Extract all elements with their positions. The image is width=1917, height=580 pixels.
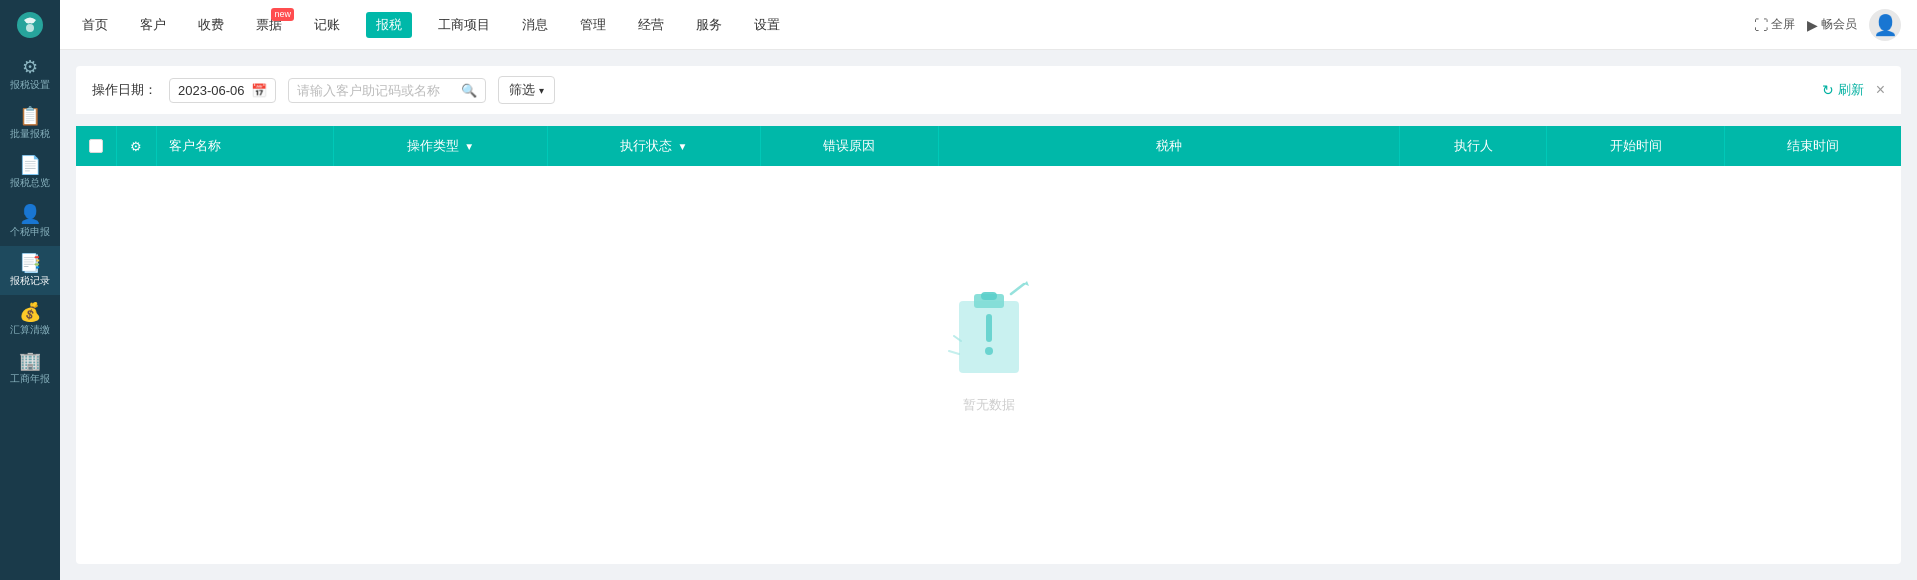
th-zhixingren: 执行人 xyxy=(1399,126,1547,166)
nav-gongshangxiangmu[interactable]: 工商项目 xyxy=(432,12,496,38)
nav-baoshui[interactable]: 报税 xyxy=(366,12,412,38)
svg-marker-8 xyxy=(1024,281,1029,286)
refresh-label: 刷新 xyxy=(1838,81,1864,99)
chevron-down-icon: ▾ xyxy=(539,85,544,96)
filter-label-text: 筛选 xyxy=(509,81,535,99)
avatar-icon: 👤 xyxy=(1873,13,1898,37)
sidebar-item-label: 报税设置 xyxy=(10,79,50,91)
th-kehu-mingcheng: 客户名称 xyxy=(156,126,334,166)
calendar-icon: 📅 xyxy=(251,83,267,98)
svg-line-7 xyxy=(1011,284,1024,294)
th-zhixing-zhuangtai[interactable]: 执行状态 ▼ xyxy=(547,126,760,166)
empty-state: 暂无数据 xyxy=(939,276,1039,414)
sidebar-item-label: 工商年报 xyxy=(10,373,50,385)
select-all-checkbox[interactable] xyxy=(89,139,103,153)
member-btn[interactable]: ▶ 畅会员 xyxy=(1807,16,1857,33)
date-label: 操作日期： xyxy=(92,81,157,99)
svg-point-1 xyxy=(26,24,34,32)
fullscreen-label: 全屏 xyxy=(1771,16,1795,33)
sidebar-item-label: 报税总览 xyxy=(10,177,50,189)
nav-shezhi[interactable]: 设置 xyxy=(748,12,786,38)
nav-shoufei[interactable]: 收费 xyxy=(192,12,230,38)
th-shuizhong: 税种 xyxy=(938,126,1399,166)
nav-kehu[interactable]: 客户 xyxy=(134,12,172,38)
nav-shouye[interactable]: 首页 xyxy=(76,12,114,38)
data-table: ⚙ 客户名称 操作类型 ▼ 执行状态 ▼ 错误原因 税种 xyxy=(76,126,1901,166)
top-navbar: 首页 客户 收费 票据 new 记账 报税 工商项目 消息 管理 经营 服务 设… xyxy=(60,0,1917,50)
date-picker[interactable]: 2023-06-06 📅 xyxy=(169,78,276,103)
nav-jingying[interactable]: 经营 xyxy=(632,12,670,38)
svg-rect-5 xyxy=(986,314,992,342)
data-table-wrap: ⚙ 客户名称 操作类型 ▼ 执行状态 ▼ 错误原因 税种 xyxy=(76,126,1901,564)
settings-icon: ⚙ xyxy=(22,58,38,76)
svg-point-6 xyxy=(985,347,993,355)
overview-icon: 📄 xyxy=(19,156,41,174)
sidebar-item-piliangbaoshui[interactable]: 📋 批量报税 xyxy=(0,99,60,148)
sidebar-item-geshuishenbao[interactable]: 👤 个税申报 xyxy=(0,197,60,246)
main-area: 首页 客户 收费 票据 new 记账 报税 工商项目 消息 管理 经营 服务 设… xyxy=(60,0,1917,580)
svg-rect-4 xyxy=(981,292,997,300)
video-icon: ▶ xyxy=(1807,17,1818,33)
filter-icon: ▼ xyxy=(678,141,688,152)
empty-text: 暂无数据 xyxy=(963,396,1015,414)
sidebar-item-baoshuizonglan[interactable]: 📄 报税总览 xyxy=(0,148,60,197)
refresh-icon: ↻ xyxy=(1822,82,1834,98)
annual-report-icon: 🏢 xyxy=(19,352,41,370)
svg-line-10 xyxy=(949,351,959,354)
search-icon[interactable]: 🔍 xyxy=(461,83,477,98)
nav-piaoju[interactable]: 票据 new xyxy=(250,12,288,38)
user-avatar[interactable]: 👤 xyxy=(1869,9,1901,41)
th-jieshu-shijian: 结束时间 xyxy=(1725,126,1901,166)
filter-bar: 操作日期： 2023-06-06 📅 🔍 筛选 ▾ ↻ 刷新 xyxy=(76,66,1901,114)
logo-icon xyxy=(15,10,45,40)
fullscreen-icon: ⛶ xyxy=(1754,17,1768,33)
sidebar: ⚙ 报税设置 📋 批量报税 📄 报税总览 👤 个税申报 📑 报税记录 💰 汇算清… xyxy=(0,0,60,580)
new-badge: new xyxy=(271,8,294,22)
sidebar-item-label: 报税记录 xyxy=(10,275,50,287)
th-caozuo-leixing[interactable]: 操作类型 ▼ xyxy=(334,126,547,166)
topnav-right: ⛶ 全屏 ▶ 畅会员 👤 xyxy=(1754,9,1901,41)
sidebar-item-gongshangnianbnao[interactable]: 🏢 工商年报 xyxy=(0,344,60,393)
empty-illustration xyxy=(939,276,1039,386)
th-kaishi-shijian: 开始时间 xyxy=(1547,126,1725,166)
record-icon: 📑 xyxy=(19,254,41,272)
th-checkbox xyxy=(76,126,116,166)
member-label: 畅会员 xyxy=(1821,16,1857,33)
settlement-icon: 💰 xyxy=(19,303,41,321)
th-cuowu-yuanyin: 错误原因 xyxy=(760,126,938,166)
batch-icon: 📋 xyxy=(19,107,41,125)
search-wrap: 🔍 xyxy=(288,78,486,103)
refresh-button[interactable]: ↻ 刷新 xyxy=(1822,81,1864,99)
filter-button[interactable]: 筛选 ▾ xyxy=(498,76,555,104)
page-area: 操作日期： 2023-06-06 📅 🔍 筛选 ▾ ↻ 刷新 xyxy=(60,50,1917,580)
filter-icon: ▼ xyxy=(464,141,474,152)
sidebar-item-label: 个税申报 xyxy=(10,226,50,238)
sidebar-item-label: 批量报税 xyxy=(10,128,50,140)
filter-right: ↻ 刷新 × xyxy=(1822,81,1885,99)
date-value: 2023-06-06 xyxy=(178,83,245,98)
nav-jizhang[interactable]: 记账 xyxy=(308,12,346,38)
nav-xiaoxi[interactable]: 消息 xyxy=(516,12,554,38)
person-tax-icon: 👤 xyxy=(19,205,41,223)
close-button[interactable]: × xyxy=(1876,81,1885,99)
content-area: 操作日期： 2023-06-06 📅 🔍 筛选 ▾ ↻ 刷新 xyxy=(60,50,1917,580)
search-input[interactable] xyxy=(297,83,457,98)
sidebar-logo xyxy=(0,0,60,50)
nav-guanli[interactable]: 管理 xyxy=(574,12,612,38)
sidebar-item-huisuanjiaoshu[interactable]: 💰 汇算清缴 xyxy=(0,295,60,344)
sidebar-item-baoshui-shezhi[interactable]: ⚙ 报税设置 xyxy=(0,50,60,99)
table-header-row: ⚙ 客户名称 操作类型 ▼ 执行状态 ▼ 错误原因 税种 xyxy=(76,126,1901,166)
th-gear[interactable]: ⚙ xyxy=(116,126,156,166)
sidebar-item-label: 汇算清缴 xyxy=(10,324,50,336)
fullscreen-btn[interactable]: ⛶ 全屏 xyxy=(1754,16,1795,33)
nav-fuwu[interactable]: 服务 xyxy=(690,12,728,38)
sidebar-item-baoshuijilu[interactable]: 📑 报税记录 xyxy=(0,246,60,295)
